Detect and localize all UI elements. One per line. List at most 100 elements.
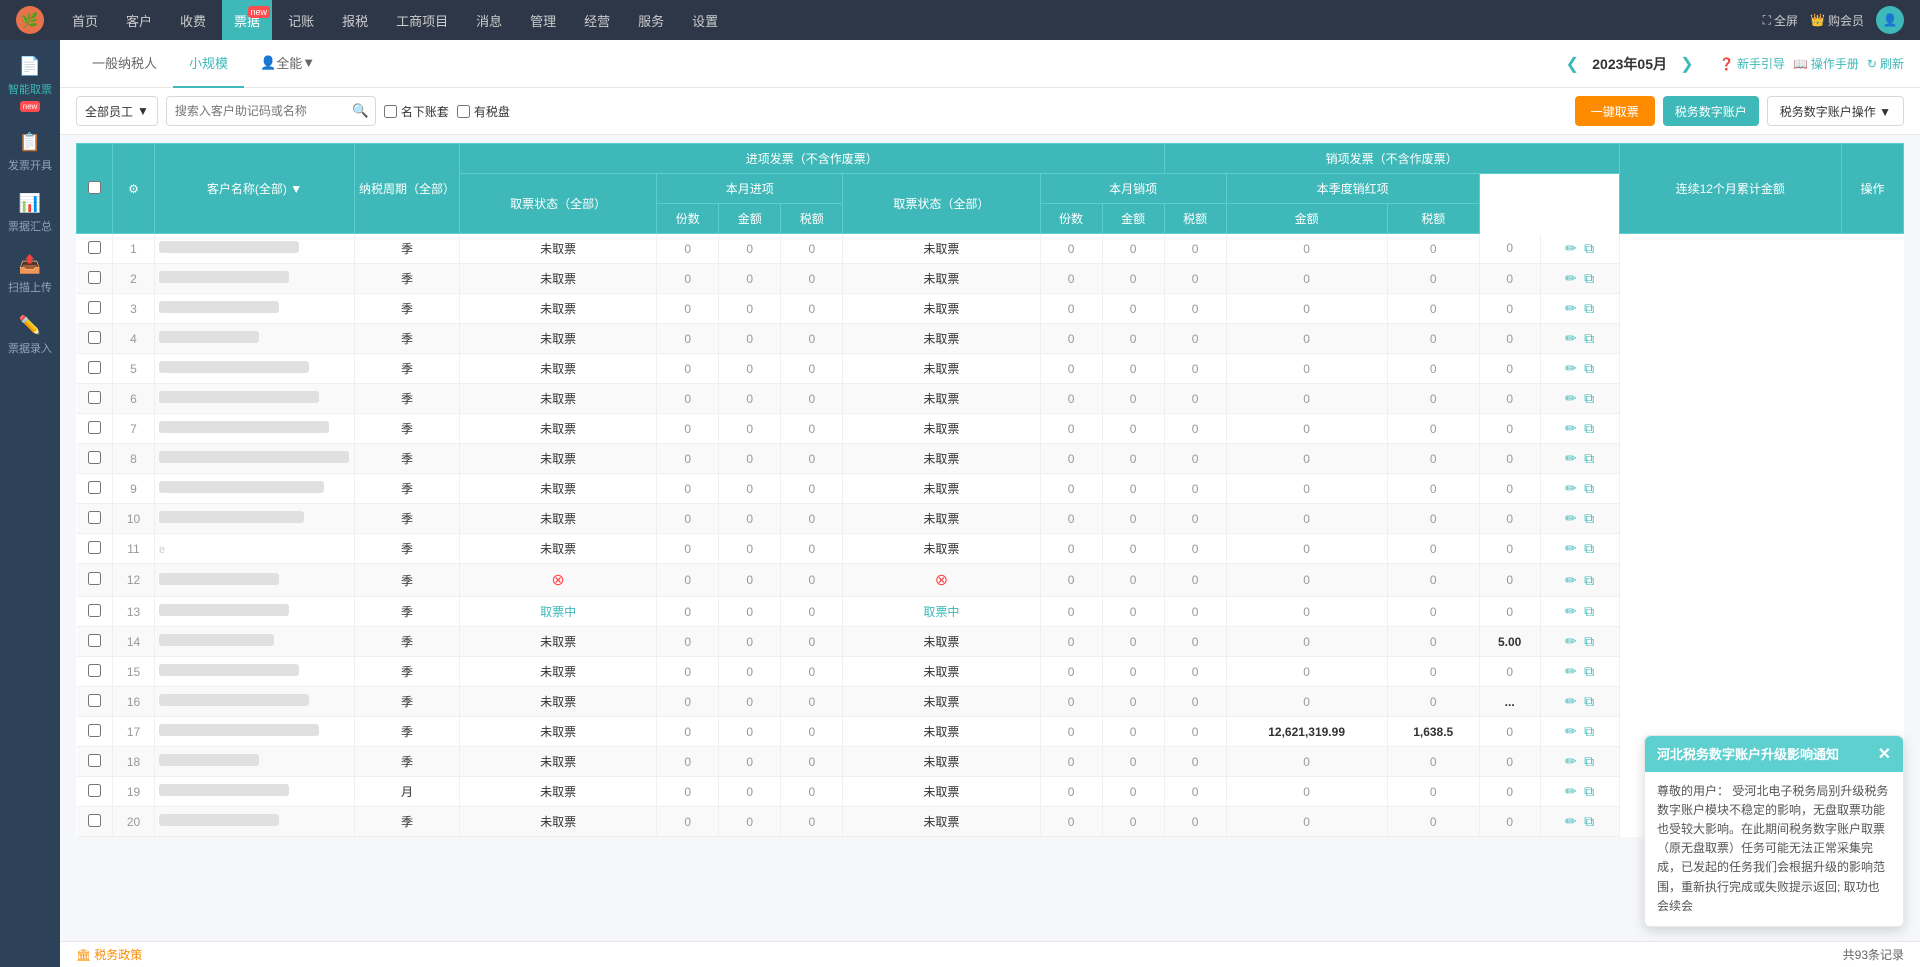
copy-icon[interactable]: ⧉ [1584,540,1594,556]
avatar[interactable]: 👤 [1876,6,1904,34]
row-checkbox[interactable] [88,511,101,524]
row-checkbox[interactable] [88,634,101,647]
nav-tax[interactable]: 报税 [330,0,380,40]
edit-icon[interactable]: ✏ [1565,603,1577,619]
nav-message[interactable]: 消息 [464,0,514,40]
copy-icon[interactable]: ⧉ [1584,270,1594,286]
copy-icon[interactable]: ⧉ [1584,360,1594,376]
row-checkbox[interactable] [88,541,101,554]
edit-icon[interactable]: ✏ [1565,723,1577,739]
copy-icon[interactable]: ⧉ [1584,783,1594,799]
copy-icon[interactable]: ⧉ [1584,480,1594,496]
nav-business[interactable]: 工商项目 [384,0,460,40]
edit-icon[interactable]: ✏ [1565,663,1577,679]
edit-icon[interactable]: ✏ [1565,510,1577,526]
copy-icon[interactable]: ⧉ [1584,572,1594,588]
tax-digital-op-btn[interactable]: 税务数字账户操作 ▼ [1767,96,1904,126]
sidebar-item-entry[interactable]: ✏️ 票据录入 [2,307,58,364]
search-button[interactable]: 🔍 [346,96,376,126]
sidebar-item-summary[interactable]: 📊 票据汇总 [2,185,58,242]
checkbox-sub-account-input[interactable] [384,105,397,118]
row-checkbox[interactable] [88,331,101,344]
copy-icon[interactable]: ⧉ [1584,633,1594,649]
nav-invoice[interactable]: 票据 new [222,0,272,40]
th-fetch-status-out[interactable]: 取票状态（全部） [843,174,1040,234]
copy-icon[interactable]: ⧉ [1584,300,1594,316]
th-client-name[interactable]: 客户名称(全部) ▼ [154,144,354,234]
copy-icon[interactable]: ⧉ [1584,510,1594,526]
row-checkbox[interactable] [88,664,101,677]
row-checkbox[interactable] [88,391,101,404]
tax-policy-link[interactable]: 🏛 税务政策 [76,946,142,963]
edit-icon[interactable]: ✏ [1565,693,1577,709]
copy-icon[interactable]: ⧉ [1584,693,1594,709]
row-checkbox[interactable] [88,301,101,314]
row-checkbox[interactable] [88,754,101,767]
row-checkbox[interactable] [88,271,101,284]
notification-close-btn[interactable]: ✕ [1878,744,1891,764]
date-next-btn[interactable]: ❯ [1675,52,1699,76]
tab-small-scale[interactable]: 小规模 [173,40,244,88]
membership-btn[interactable]: 👑 购会员 [1810,12,1864,29]
sidebar-item-open-invoice[interactable]: 📋 发票开具 [2,124,58,181]
edit-icon[interactable]: ✏ [1565,450,1577,466]
row-checkbox[interactable] [88,241,101,254]
manual-btn[interactable]: 📖 操作手册 [1793,55,1859,72]
fullscreen-btn[interactable]: ⛶ 全屏 [1763,12,1798,29]
row-checkbox[interactable] [88,814,101,827]
row-checkbox[interactable] [88,421,101,434]
row-checkbox[interactable] [88,572,101,585]
edit-icon[interactable]: ✏ [1565,390,1577,406]
edit-icon[interactable]: ✏ [1565,783,1577,799]
tax-digital-btn[interactable]: 税务数字账户 [1663,96,1759,126]
row-checkbox[interactable] [88,694,101,707]
edit-icon[interactable]: ✏ [1565,753,1577,769]
th-tax-period[interactable]: 纳税周期（全部） [354,144,459,234]
nav-fee[interactable]: 收费 [168,0,218,40]
edit-icon[interactable]: ✏ [1565,330,1577,346]
sidebar-item-scan[interactable]: 📤 扫描上传 [2,246,58,303]
edit-icon[interactable]: ✏ [1565,540,1577,556]
copy-icon[interactable]: ⧉ [1584,420,1594,436]
row-checkbox[interactable] [88,724,101,737]
checkbox-tax-disk[interactable]: 有税盘 [457,103,510,120]
th-fetch-status-in[interactable]: 取票状态（全部） [460,174,657,234]
one-click-fetch-btn[interactable]: 一键取票 [1575,96,1655,126]
nav-operation[interactable]: 经营 [572,0,622,40]
employee-select[interactable]: 全部员工 ▼ [76,96,158,126]
edit-icon[interactable]: ✏ [1565,240,1577,256]
edit-icon[interactable]: ✏ [1565,420,1577,436]
row-checkbox[interactable] [88,604,101,617]
search-input[interactable] [166,96,346,126]
tab-general-taxpayer[interactable]: 一般纳税人 [76,40,173,88]
copy-icon[interactable]: ⧉ [1584,723,1594,739]
nav-manage[interactable]: 管理 [518,0,568,40]
copy-icon[interactable]: ⧉ [1584,450,1594,466]
nav-bookkeeping[interactable]: 记账 [276,0,326,40]
edit-icon[interactable]: ✏ [1565,300,1577,316]
row-checkbox[interactable] [88,361,101,374]
edit-icon[interactable]: ✏ [1565,480,1577,496]
copy-icon[interactable]: ⧉ [1584,390,1594,406]
nav-client[interactable]: 客户 [114,0,164,40]
copy-icon[interactable]: ⧉ [1584,663,1594,679]
refresh-btn[interactable]: ↻ 刷新 [1867,55,1904,72]
nav-home[interactable]: 首页 [60,0,110,40]
copy-icon[interactable]: ⧉ [1584,753,1594,769]
copy-icon[interactable]: ⧉ [1584,330,1594,346]
edit-icon[interactable]: ✏ [1565,813,1577,829]
edit-icon[interactable]: ✏ [1565,270,1577,286]
edit-icon[interactable]: ✏ [1565,572,1577,588]
date-prev-btn[interactable]: ❮ [1560,52,1584,76]
checkbox-tax-disk-input[interactable] [457,105,470,118]
row-checkbox[interactable] [88,784,101,797]
row-checkbox[interactable] [88,481,101,494]
copy-icon[interactable]: ⧉ [1584,603,1594,619]
checkbox-sub-account[interactable]: 名下账套 [384,103,449,120]
nav-service[interactable]: 服务 [626,0,676,40]
select-all-checkbox[interactable] [88,181,101,194]
edit-icon[interactable]: ✏ [1565,360,1577,376]
new-guide-btn[interactable]: ❓ 新手引导 [1719,55,1785,72]
row-checkbox[interactable] [88,451,101,464]
sidebar-item-smart-ticket[interactable]: 📄 智能取票 new [2,48,58,120]
